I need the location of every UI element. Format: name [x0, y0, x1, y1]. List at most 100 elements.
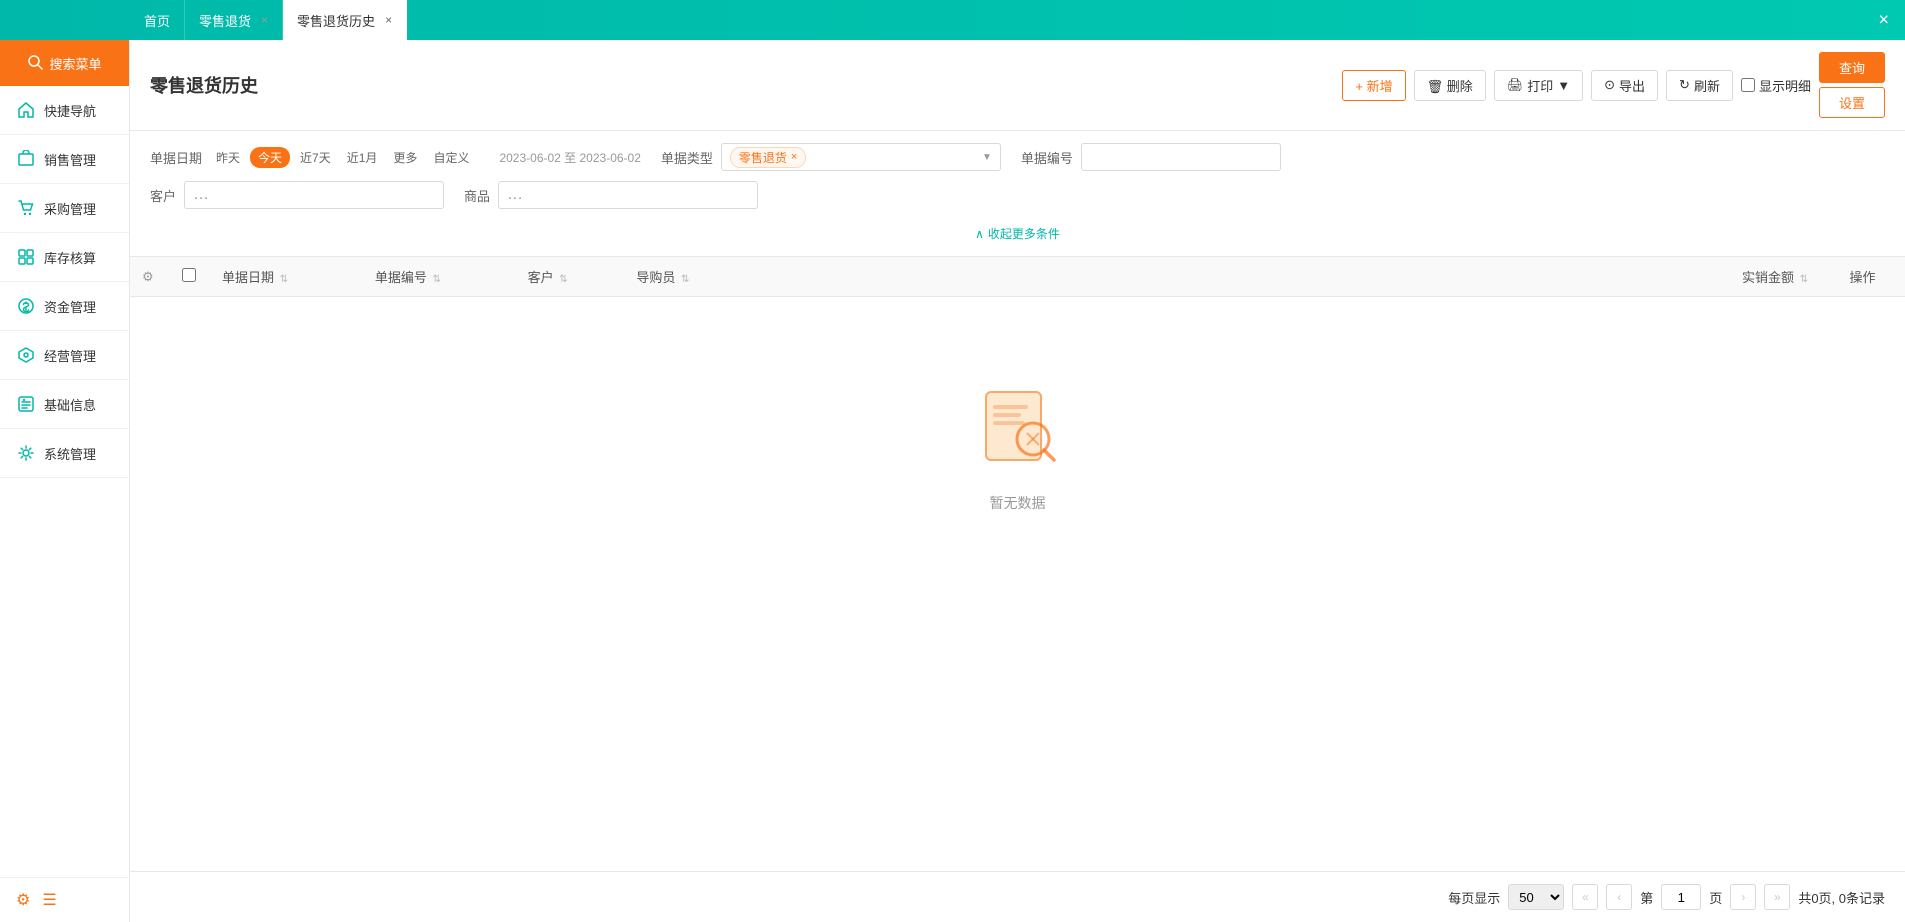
date-btn-more[interactable]: 更多 — [387, 147, 423, 168]
sidebar-item-operation-label: 经营管理 — [44, 346, 96, 365]
customer-label: 客户 — [150, 186, 176, 205]
print-dropdown-icon: ▼ — [1557, 78, 1570, 93]
th-amount[interactable]: 实销金额 ⇅ — [755, 257, 1820, 297]
sales-icon — [16, 149, 36, 169]
table-settings-icon[interactable]: ⚙ — [142, 269, 154, 284]
sidebar-item-base-info-label: 基础信息 — [44, 395, 96, 414]
search-icon — [27, 54, 43, 73]
th-customer[interactable]: 客户 ⇅ — [516, 257, 625, 297]
sidebar-item-purchase[interactable]: 采购管理 — [0, 184, 129, 233]
collapse-label: 收起更多条件 — [988, 225, 1060, 242]
date-filter-label: 单据日期 — [150, 148, 202, 167]
date-btn-7days[interactable]: 近7天 — [294, 147, 337, 168]
th-guide-label: 导购员 — [636, 270, 675, 285]
export-label: 导出 — [1619, 76, 1645, 95]
first-page-button[interactable]: « — [1572, 884, 1598, 910]
main-content: 零售退货历史 + 新增 🗑 删除 🖨 打印 ▼ ⊙ 导出 ↻ 刷新 — [130, 40, 1905, 922]
search-menu[interactable]: 搜索菜单 — [0, 40, 129, 86]
sidebar-item-finance[interactable]: 资金管理 — [0, 282, 129, 331]
date-range-filter: 2023-06-02 至 2023-06-02 — [495, 149, 640, 166]
collapse-button[interactable]: ∧ 收起更多条件 — [963, 223, 1072, 244]
empty-icon — [968, 377, 1068, 477]
th-number[interactable]: 单据编号 ⇅ — [363, 257, 516, 297]
voucher-number-input[interactable] — [1081, 143, 1281, 171]
sidebar-item-operation[interactable]: 经营管理 — [0, 331, 129, 380]
th-number-sort-icon: ⇅ — [432, 274, 440, 285]
voucher-number-filter: 单据编号 — [1021, 143, 1281, 171]
system-icon — [16, 443, 36, 463]
delete-button[interactable]: 🗑 删除 — [1414, 70, 1486, 101]
set-button[interactable]: 设置 — [1819, 87, 1885, 118]
customer-select[interactable]: … — [184, 181, 444, 209]
sidebar-item-base-info[interactable]: 基础信息 — [0, 380, 129, 429]
header-actions: + 新增 🗑 删除 🖨 打印 ▼ ⊙ 导出 ↻ 刷新 显示明细 — [1342, 52, 1885, 118]
customer-placeholder: … — [193, 186, 209, 204]
tab-retail-return-history[interactable]: 零售退货历史 × — [283, 0, 407, 40]
voucher-type-select[interactable]: 零售退货 × ▼ — [721, 143, 1001, 171]
filter-area: 单据日期 昨天 今天 近7天 近1月 更多 自定义 2023-06-02 至 2… — [130, 131, 1905, 257]
goods-select[interactable]: … — [498, 181, 758, 209]
sidebar-item-quick-nav[interactable]: 快捷导航 — [0, 86, 129, 135]
goods-placeholder: … — [507, 186, 523, 204]
tab-home[interactable]: 首页 — [130, 0, 185, 40]
th-customer-label: 客户 — [528, 270, 554, 285]
sidebar-item-purchase-label: 采购管理 — [44, 199, 96, 218]
tab-retail-return-close[interactable]: × — [261, 13, 268, 27]
sidebar-item-inventory[interactable]: 库存核算 — [0, 233, 129, 282]
goods-label: 商品 — [464, 186, 490, 205]
per-page-select[interactable]: 50 10 20 100 — [1508, 884, 1564, 910]
th-date[interactable]: 单据日期 ⇅ — [210, 257, 363, 297]
voucher-type-tag-close[interactable]: × — [791, 151, 797, 163]
th-amount-label: 实销金额 — [1742, 270, 1794, 285]
sidebar-item-sales[interactable]: 销售管理 — [0, 135, 129, 184]
print-button[interactable]: 🖨 打印 ▼ — [1494, 70, 1583, 101]
export-button[interactable]: ⊙ 导出 — [1591, 70, 1658, 101]
goods-filter: 商品 … — [464, 181, 758, 209]
sidebar-bottom: ⚙ ☰ — [0, 877, 129, 922]
empty-state: 暂无数据 — [130, 297, 1905, 593]
voucher-type-label: 单据类型 — [661, 148, 713, 167]
tab-retail-return[interactable]: 零售退货 × — [185, 0, 283, 40]
next-page-button[interactable]: › — [1730, 884, 1756, 910]
print-icon: 🖨 — [1507, 77, 1524, 93]
th-number-label: 单据编号 — [375, 270, 427, 285]
new-button[interactable]: + 新增 — [1342, 70, 1405, 101]
sidebar-item-quick-nav-label: 快捷导航 — [44, 101, 96, 120]
th-guide[interactable]: 导购员 ⇅ — [624, 257, 755, 297]
th-amount-sort-icon: ⇅ — [1800, 274, 1808, 285]
data-table: ⚙ 单据日期 ⇅ 单据编号 ⇅ — [130, 257, 1905, 297]
purchase-icon — [16, 198, 36, 218]
date-btn-custom[interactable]: 自定义 — [427, 147, 475, 168]
window-close-icon[interactable]: × — [1878, 10, 1889, 31]
date-btn-today[interactable]: 今天 — [250, 147, 290, 168]
th-guide-sort-icon: ⇅ — [681, 274, 689, 285]
table-area: ⚙ 单据日期 ⇅ 单据编号 ⇅ — [130, 257, 1905, 871]
export-icon: ⊙ — [1604, 77, 1615, 93]
page-number-input[interactable] — [1661, 884, 1701, 910]
show-detail-toggle[interactable]: 显示明细 — [1741, 76, 1811, 95]
tab-retail-return-history-close[interactable]: × — [385, 13, 392, 27]
inventory-icon — [16, 247, 36, 267]
menu-bottom-icon[interactable]: ☰ — [42, 890, 56, 910]
refresh-button[interactable]: ↻ 刷新 — [1666, 70, 1733, 101]
th-action-label: 操作 — [1850, 270, 1876, 285]
page-header: 零售退货历史 + 新增 🗑 删除 🖨 打印 ▼ ⊙ 导出 ↻ 刷新 — [130, 40, 1905, 131]
page-label: 第 — [1640, 888, 1653, 907]
sidebar-item-system[interactable]: 系统管理 — [0, 429, 129, 478]
total-info: 共0页, 0条记录 — [1798, 888, 1885, 907]
customer-filter: 客户 … — [150, 181, 444, 209]
last-page-button[interactable]: » — [1764, 884, 1790, 910]
prev-page-button[interactable]: ‹ — [1606, 884, 1632, 910]
date-range-value: 2023-06-02 至 2023-06-02 — [499, 149, 640, 166]
date-btn-yesterday[interactable]: 昨天 — [210, 147, 246, 168]
show-detail-checkbox[interactable] — [1741, 78, 1755, 92]
date-btn-1month[interactable]: 近1月 — [341, 147, 384, 168]
date-filter: 单据日期 昨天 今天 近7天 近1月 更多 自定义 — [150, 147, 475, 168]
sidebar-item-sales-label: 销售管理 — [44, 150, 96, 169]
query-button[interactable]: 查询 — [1819, 52, 1885, 83]
th-date-sort-icon: ⇅ — [280, 274, 288, 285]
operation-icon — [16, 345, 36, 365]
settings-bottom-icon[interactable]: ⚙ — [16, 890, 30, 910]
select-all-checkbox[interactable] — [182, 268, 196, 282]
empty-text: 暂无数据 — [990, 493, 1046, 513]
